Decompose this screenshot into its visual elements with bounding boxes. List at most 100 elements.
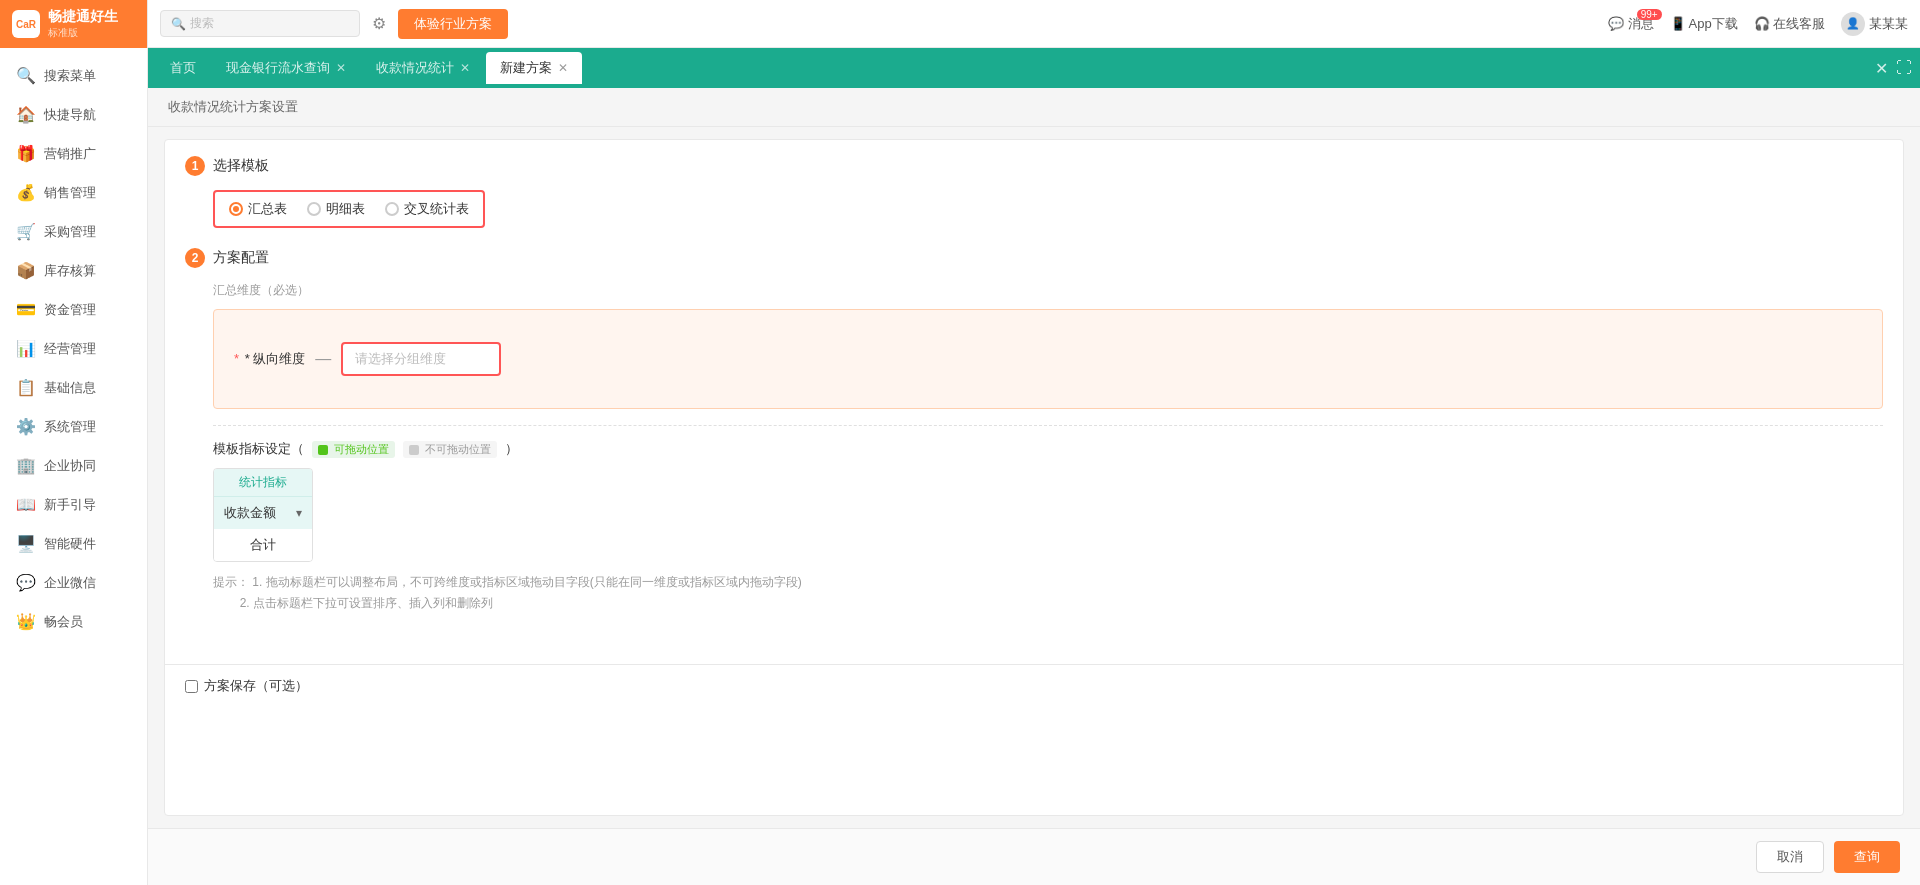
sidebar-item-quick-nav[interactable]: 🏠 快捷导航 [0,95,147,134]
tab-receipts-stat[interactable]: 收款情况统计 ✕ [362,52,484,84]
breadcrumb: 收款情况统计方案设置 [148,88,1920,127]
sidebar-item-search-menu[interactable]: 🔍 搜索菜单 [0,56,147,95]
sidebar-item-smart-hw[interactable]: 🖥️智能硬件 [0,524,147,563]
user-avatar: 👤 [1841,12,1865,36]
purchase-icon: 🛒 [16,222,36,241]
settings-icon[interactable]: ⚙ [372,14,386,33]
tab-home[interactable]: 首页 [156,52,210,84]
message-icon: 💬 [1608,16,1624,31]
logo-text: 畅捷通好生 [48,8,118,26]
logo-badge: 标准版 [48,26,118,40]
sidebar-item-system[interactable]: ⚙️ 系统管理 [0,407,147,446]
sidebar-item-marketing[interactable]: 🎁营销推广 [0,134,147,173]
search-icon: 🔍 [171,17,186,31]
step2-section: 2 方案配置 汇总维度（必选） * * 纵向维度 [185,248,1883,628]
tab-new-plan[interactable]: 新建方案 ✕ [486,52,582,84]
metrics-item-receipts[interactable]: 收款金额 ▾ [214,496,312,529]
movable-badge: 可拖动位置 [312,441,395,458]
system-icon: ⚙️ [16,417,36,436]
metrics-item-receipts-label: 收款金额 [224,504,276,522]
tabbar: 首页 现金银行流水查询 ✕ 收款情况统计 ✕ 新建方案 ✕ ✕ ⛶ [148,48,1920,88]
sidebar-label-quick-nav: 快捷导航 [44,106,96,124]
message-badge[interactable]: 💬 消息 99+ [1608,15,1654,33]
sidebar-label-basic-info: 基础信息 [44,379,96,397]
app-download[interactable]: 📱 App下载 [1670,15,1738,33]
step2-header: 2 方案配置 [185,248,1883,268]
sidebar-logo: CaR 畅捷通好生 标准版 [0,0,147,48]
operation-icon: 📊 [16,339,36,358]
wechat-icon: 💬 [16,573,36,592]
sidebar-item-finance[interactable]: 💳 资金管理 [0,290,147,329]
sidebar-label-marketing: 营销推广 [44,145,96,163]
sidebar-label-wechat: 企业微信 [44,574,96,592]
radio-summary[interactable]: 汇总表 [229,200,287,218]
user-info[interactable]: 👤 某某某 [1841,12,1908,36]
dim-select-box[interactable]: 请选择分组维度 [341,342,501,376]
radio-cross-circle [385,202,399,216]
tab-bank-flow-close[interactable]: ✕ [336,61,346,75]
save-checkbox[interactable] [185,680,198,693]
search-menu-icon: 🔍 [16,66,36,85]
cancel-button[interactable]: 取消 [1756,841,1824,873]
online-service[interactable]: 🎧 在线客服 [1754,15,1826,33]
main-area: 🔍 搜索 ⚙ 体验行业方案 💬 消息 99+ 📱 App下载 🎧 在线客服 👤 … [148,0,1920,885]
sidebar-item-wechat[interactable]: 💬 企业微信 [0,563,147,602]
guide-icon: 📖 [16,495,36,514]
sidebar-label-finance: 资金管理 [44,301,96,319]
tab-home-label: 首页 [170,59,196,77]
tab-bank-flow-label: 现金银行流水查询 [226,59,330,77]
sidebar-item-operation[interactable]: 📊 经营管理 [0,329,147,368]
enterprise-icon: 🏢 [16,456,36,475]
sidebar-item-enterprise[interactable]: 🏢企业协同 [0,446,147,485]
tab-bank-flow[interactable]: 现金银行流水查询 ✕ [212,52,360,84]
quick-nav-icon: 🏠 [16,105,36,124]
sidebar-item-purchase[interactable]: 🛒 采购管理 [0,212,147,251]
radio-detail[interactable]: 明细表 [307,200,365,218]
query-button[interactable]: 查询 [1834,841,1900,873]
sidebar-label-search-menu: 搜索菜单 [44,67,96,85]
step1-section: 1 选择模板 汇总表 明细表 [185,156,1883,228]
hints-section: 提示： 1. 拖动标题栏可以调整布局，不可跨维度或指标区域拖动目字段(只能在同一… [213,562,1883,628]
search-placeholder: 搜索 [190,15,214,32]
dimension-area: * * 纵向维度 — 请选择分组维度 [213,309,1883,409]
sidebar-item-inventory[interactable]: 📦库存核算 [0,251,147,290]
save-checkbox-label[interactable]: 方案保存（可选） [185,677,1883,695]
tab-new-plan-close[interactable]: ✕ [558,61,568,75]
tab-new-plan-label: 新建方案 [500,59,552,77]
radio-cross[interactable]: 交叉统计表 [385,200,469,218]
sidebar-label-purchase: 采购管理 [44,223,96,241]
step1-content: 汇总表 明细表 交叉统计表 [185,190,1883,228]
step2-title: 方案配置 [213,249,269,267]
hint-2: 2. 点击标题栏下拉可设置排序、插入列和删除列 [213,595,1883,612]
sidebar-item-guide[interactable]: 📖 新手引导 [0,485,147,524]
sidebar-item-basic-info[interactable]: 📋基础信息 [0,368,147,407]
tab-close-all-btn[interactable]: ✕ [1875,59,1888,78]
message-count: 99+ [1637,9,1662,20]
topbar: 🔍 搜索 ⚙ 体验行业方案 💬 消息 99+ 📱 App下载 🎧 在线客服 👤 … [148,0,1920,48]
sidebar-label-system: 系统管理 [44,418,96,436]
sidebar-label-operation: 经营管理 [44,340,96,358]
template-radio-group: 汇总表 明细表 交叉统计表 [213,190,485,228]
dim-vertical-label: * * 纵向维度 [234,350,305,368]
dim-arrow-icon: — [315,350,331,368]
sidebar-item-member[interactable]: 👑畅会员 [0,602,147,641]
logo-icon: CaR [12,10,40,38]
topbar-search[interactable]: 🔍 搜索 [160,10,360,37]
radio-detail-circle [307,202,321,216]
tab-maximize-btn[interactable]: ⛶ [1896,59,1912,78]
finance-icon: 💳 [16,300,36,319]
industry-btn[interactable]: 体验行业方案 [398,9,508,39]
sales-icon: 💰 [16,183,36,202]
card-body: 1 选择模板 汇总表 明细表 [165,140,1903,664]
metrics-category-header: 统计指标 [214,469,312,496]
step1-header: 1 选择模板 [185,156,1883,176]
tab-receipts-stat-close[interactable]: ✕ [460,61,470,75]
radio-cross-label: 交叉统计表 [404,200,469,218]
radio-summary-circle [229,202,243,216]
content-area: 收款情况统计方案设置 1 选择模板 汇总表 [148,88,1920,885]
sidebar-label-guide: 新手引导 [44,496,96,514]
sidebar-item-sales[interactable]: 💰销售管理 [0,173,147,212]
dim-row: * * 纵向维度 — 请选择分组维度 [234,342,501,376]
hint-1: 提示： 1. 拖动标题栏可以调整布局，不可跨维度或指标区域拖动目字段(只能在同一… [213,574,1883,591]
sidebar-label-smart-hw: 智能硬件 [44,535,96,553]
